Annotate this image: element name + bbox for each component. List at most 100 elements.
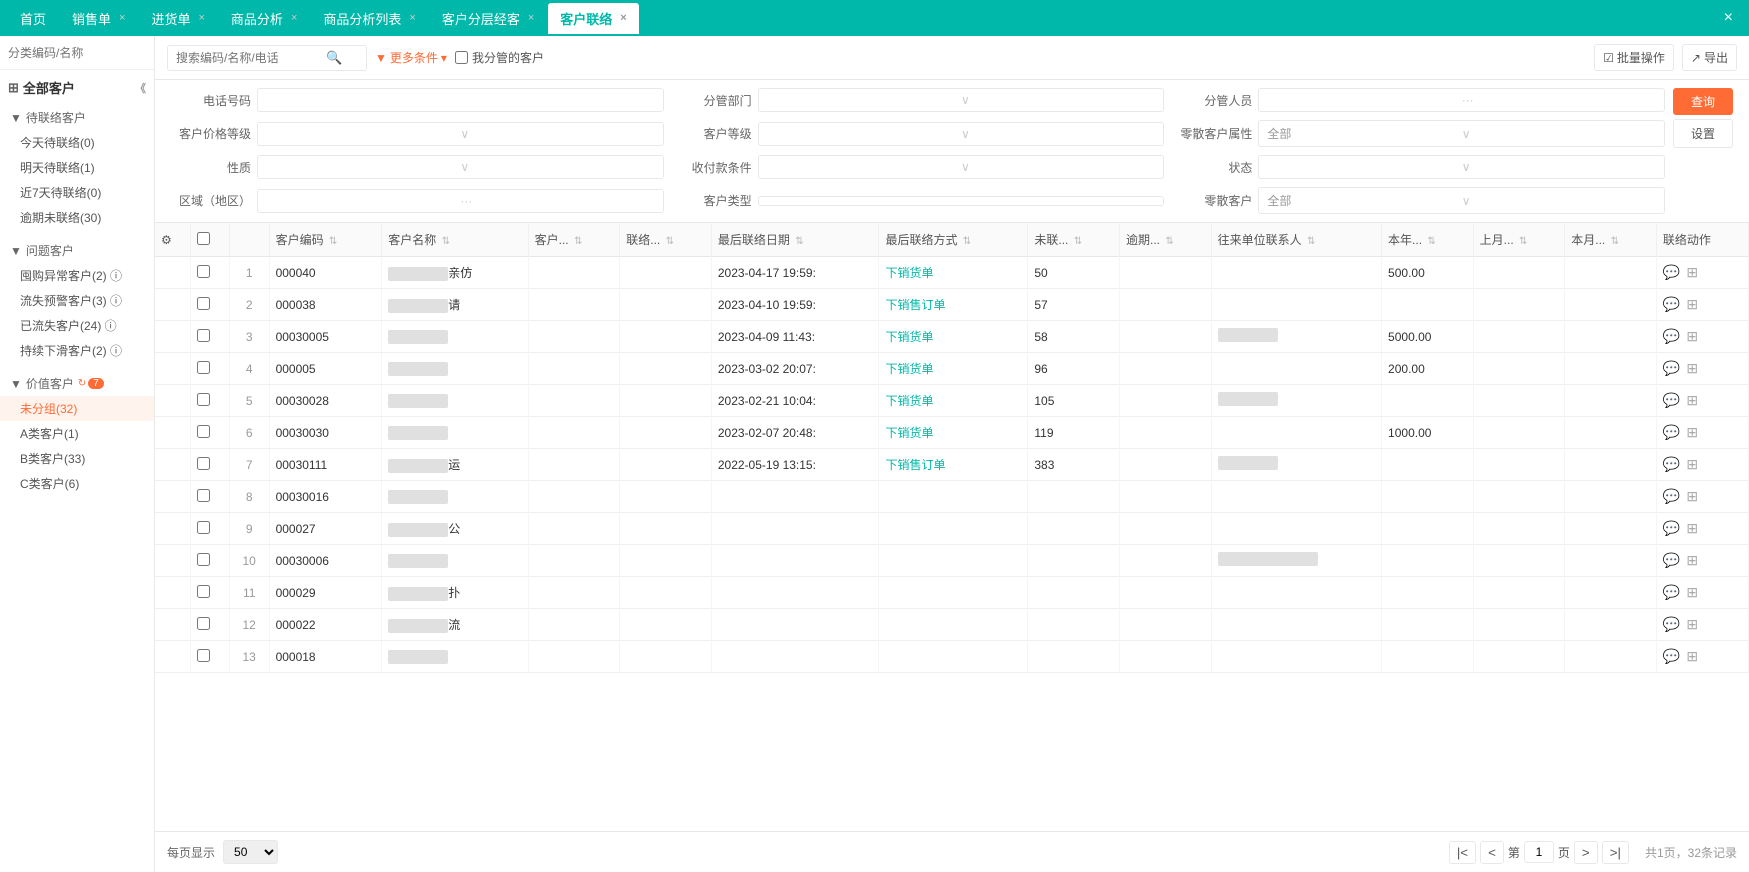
tab-home[interactable]: 首页: [8, 3, 58, 34]
contact-method-link[interactable]: 下销货单: [885, 362, 933, 376]
chat-icon[interactable]: 💬: [1663, 328, 1680, 345]
chat-icon[interactable]: 💬: [1663, 456, 1680, 473]
last-page-button[interactable]: >|: [1602, 841, 1629, 864]
grid-action-icon[interactable]: ⊞: [1686, 616, 1698, 633]
row-checkbox[interactable]: [197, 553, 210, 566]
phone-input[interactable]: [257, 88, 664, 112]
nature-select[interactable]: ∨: [257, 155, 664, 179]
chat-icon[interactable]: 💬: [1663, 296, 1680, 313]
tab-sales-order[interactable]: 销售单 ×: [60, 3, 137, 34]
grid-action-icon[interactable]: ⊞: [1686, 584, 1698, 601]
dept-select[interactable]: ∨: [758, 88, 1165, 112]
chat-icon[interactable]: 💬: [1663, 360, 1680, 377]
row-checkbox[interactable]: [197, 329, 210, 342]
grid-action-icon[interactable]: ⊞: [1686, 648, 1698, 665]
next-page-button[interactable]: >: [1574, 841, 1598, 864]
tab-sales-order-close[interactable]: ×: [119, 12, 125, 24]
tab-product-analysis-list-close[interactable]: ×: [409, 12, 415, 24]
chat-icon[interactable]: 💬: [1663, 648, 1680, 665]
th-last-month[interactable]: 上月... ⇅: [1473, 223, 1565, 257]
sidebar-item-class-a[interactable]: A类客户(1): [0, 421, 154, 446]
first-page-button[interactable]: |<: [1449, 841, 1476, 864]
grid-action-icon[interactable]: ⊞: [1686, 392, 1698, 409]
row-checkbox[interactable]: [197, 521, 210, 534]
chat-icon[interactable]: 💬: [1663, 488, 1680, 505]
chat-icon[interactable]: 💬: [1663, 520, 1680, 537]
manager-input[interactable]: ···: [1258, 88, 1665, 112]
problem-group-title[interactable]: ▼ 问题客户: [0, 238, 154, 263]
tab-product-analysis-list[interactable]: 商品分析列表 ×: [311, 3, 427, 34]
th-unit-contact[interactable]: 往来单位联系人 ⇅: [1211, 223, 1381, 257]
search-icon[interactable]: 🔍: [326, 50, 342, 66]
grid-action-icon[interactable]: ⊞: [1686, 520, 1698, 537]
value-group-title[interactable]: ▼ 价值客户 ↻ 7: [0, 371, 154, 396]
row-checkbox[interactable]: [197, 361, 210, 374]
price-level-select[interactable]: ∨: [257, 122, 664, 146]
window-close-button[interactable]: ×: [1716, 5, 1741, 31]
chat-icon[interactable]: 💬: [1663, 424, 1680, 441]
contact-method-link[interactable]: 下销货单: [885, 394, 933, 408]
tab-product-analysis-close[interactable]: ×: [291, 12, 297, 24]
chat-icon[interactable]: 💬: [1663, 264, 1680, 281]
tab-purchase-order-close[interactable]: ×: [198, 12, 204, 24]
contact-method-link[interactable]: 下销货单: [885, 426, 933, 440]
status-select[interactable]: ∨: [1258, 155, 1665, 179]
row-checkbox[interactable]: [197, 617, 210, 630]
row-checkbox[interactable]: [197, 297, 210, 310]
th-contact[interactable]: 联络... ⇅: [620, 223, 712, 257]
th-settings[interactable]: ⚙: [155, 223, 190, 257]
sidebar-item-class-b[interactable]: B类客户(33): [0, 446, 154, 471]
export-button[interactable]: ↗ 导出: [1682, 44, 1737, 71]
th-type[interactable]: 客户... ⇅: [528, 223, 620, 257]
chat-icon[interactable]: 💬: [1663, 616, 1680, 633]
contact-method-link[interactable]: 下销售订单: [885, 298, 945, 312]
sidebar-item-7day-pending[interactable]: 近7天待联络(0): [0, 180, 154, 205]
contact-method-link[interactable]: 下销货单: [885, 266, 933, 280]
sidebar-search-input[interactable]: [8, 46, 155, 60]
grid-action-icon[interactable]: ⊞: [1686, 328, 1698, 345]
sidebar-item-already-churned[interactable]: 已流失客户(24) ⓘ: [0, 313, 154, 338]
grid-action-icon[interactable]: ⊞: [1686, 552, 1698, 569]
page-input[interactable]: [1524, 841, 1554, 863]
query-button[interactable]: 查询: [1673, 88, 1733, 115]
tab-customer-contact[interactable]: 客户联络 ×: [548, 3, 638, 34]
chat-icon[interactable]: 💬: [1663, 392, 1680, 409]
row-checkbox[interactable]: [197, 585, 210, 598]
zero-customer-attr-select[interactable]: 全部 ∨: [1258, 120, 1665, 147]
tab-purchase-order[interactable]: 进货单 ×: [139, 3, 216, 34]
reset-button[interactable]: 设置: [1673, 119, 1733, 148]
tab-product-analysis[interactable]: 商品分析 ×: [219, 3, 309, 34]
th-code[interactable]: 客户编码 ⇅: [269, 223, 382, 257]
grid-action-icon[interactable]: ⊞: [1686, 264, 1698, 281]
region-input[interactable]: ···: [257, 189, 664, 213]
sidebar-item-churn-warning[interactable]: 流失预警客户(3) ⓘ: [0, 288, 154, 313]
sidebar-item-today-pending[interactable]: 今天待联络(0): [0, 130, 154, 155]
sidebar-item-unclassified[interactable]: 未分组(32): [0, 396, 154, 421]
row-checkbox[interactable]: [197, 425, 210, 438]
sidebar-item-class-c[interactable]: C类客户(6): [0, 471, 154, 496]
pending-group-title[interactable]: ▼ 待联络客户: [0, 105, 154, 130]
sidebar-item-hoarding-abnormal[interactable]: 囤购异常客户(2) ⓘ: [0, 263, 154, 288]
row-checkbox[interactable]: [197, 649, 210, 662]
row-checkbox[interactable]: [197, 265, 210, 278]
row-checkbox[interactable]: [197, 393, 210, 406]
th-name[interactable]: 客户名称 ⇅: [382, 223, 528, 257]
chat-icon[interactable]: 💬: [1663, 552, 1680, 569]
th-last-contact-method[interactable]: 最后联络方式 ⇅: [879, 223, 1028, 257]
grid-action-icon[interactable]: ⊞: [1686, 456, 1698, 473]
more-conditions-btn[interactable]: ▼ 更多条件 ▾: [375, 49, 447, 66]
contact-method-link[interactable]: 下销货单: [885, 330, 933, 344]
tab-customer-tier[interactable]: 客户分层经客 ×: [430, 3, 546, 34]
customer-type-input[interactable]: [758, 196, 1165, 206]
payment-select[interactable]: ∨: [758, 155, 1165, 179]
batch-op-button[interactable]: ☑ 批量操作: [1594, 44, 1674, 71]
grid-action-icon[interactable]: ⊞: [1686, 488, 1698, 505]
th-this-year[interactable]: 本年... ⇅: [1382, 223, 1474, 257]
row-checkbox[interactable]: [197, 489, 210, 502]
sidebar-item-overdue-pending[interactable]: 逾期未联络(30): [0, 205, 154, 230]
th-uncontacted[interactable]: 未联... ⇅: [1028, 223, 1120, 257]
grid-action-icon[interactable]: ⊞: [1686, 360, 1698, 377]
customer-level-select[interactable]: ∨: [758, 122, 1165, 146]
sidebar-item-declining[interactable]: 持续下滑客户(2) ⓘ: [0, 338, 154, 363]
contact-method-link[interactable]: 下销售订单: [885, 458, 945, 472]
